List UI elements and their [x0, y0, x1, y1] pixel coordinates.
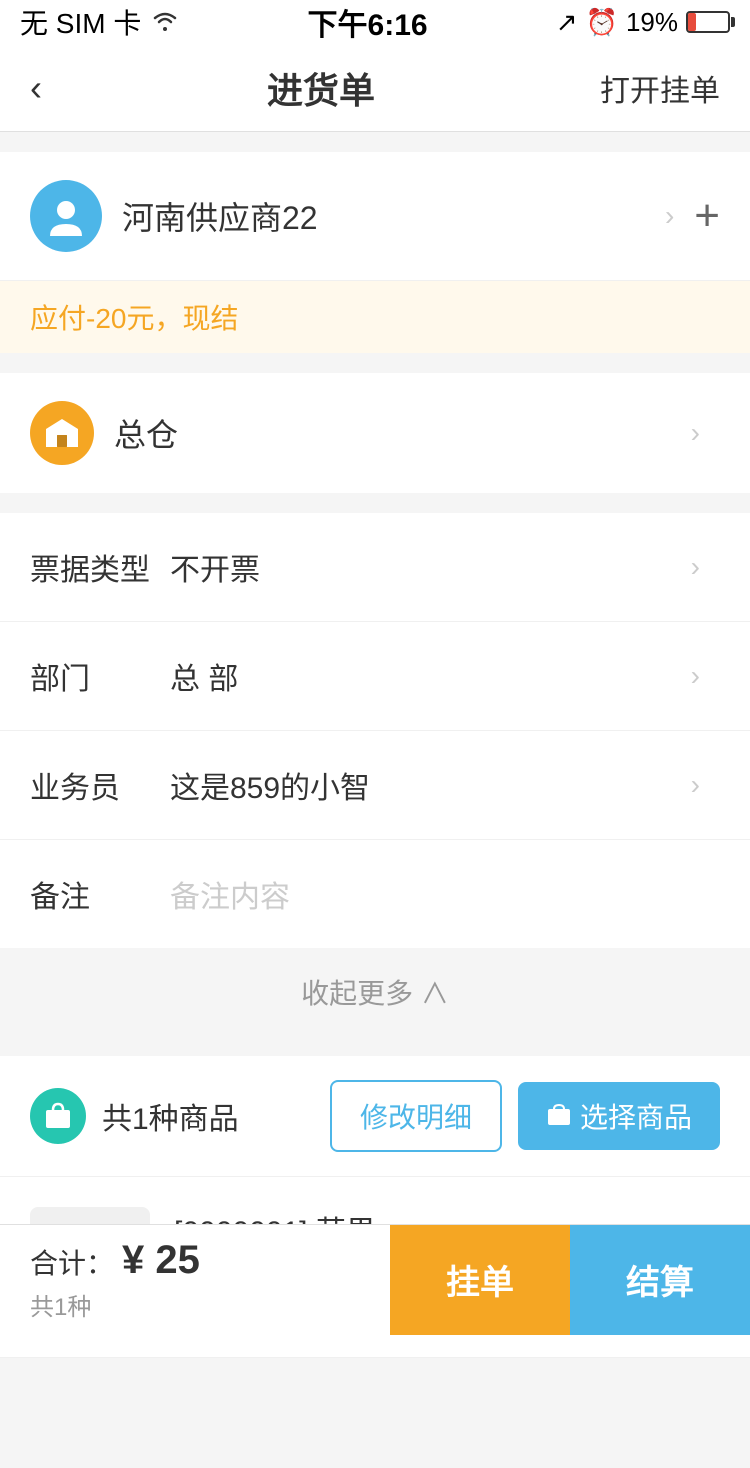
- warehouse-name: 总仓: [114, 410, 691, 456]
- select-product-label: 选择商品: [580, 1096, 692, 1136]
- select-product-button[interactable]: 选择商品: [518, 1082, 720, 1150]
- wifi-icon: [151, 6, 179, 38]
- chevron-right-icon: ›: [691, 551, 700, 583]
- note-placeholder: 备注内容: [170, 872, 720, 916]
- department-row[interactable]: 部门 总 部 ›: [0, 622, 750, 731]
- department-label: 部门: [30, 654, 170, 698]
- status-left: 无 SIM 卡: [20, 2, 179, 42]
- chevron-right-icon: ›: [691, 660, 700, 692]
- chevron-right-icon: ›: [691, 417, 700, 449]
- chevron-right-icon: ›: [665, 200, 674, 232]
- location-icon: ↗: [556, 7, 578, 38]
- battery-icon: [686, 11, 730, 33]
- chevron-right-icon: ›: [691, 769, 700, 801]
- carrier-label: 无 SIM 卡: [20, 2, 141, 42]
- supplier-row[interactable]: 河南供应商22 › +: [0, 152, 750, 281]
- page-title: 进货单: [267, 62, 375, 114]
- supplier-name: 河南供应商22: [122, 193, 665, 239]
- invoice-value: 不开票: [170, 545, 691, 589]
- total-label: 合计： ¥ 25: [30, 1238, 360, 1283]
- invoice-label: 票据类型: [30, 545, 170, 589]
- salesperson-value: 这是859的小智: [170, 763, 691, 807]
- products-count-label: 共1种商品: [102, 1094, 330, 1138]
- status-time: 下午6:16: [308, 0, 428, 44]
- back-button[interactable]: ‹: [30, 67, 42, 109]
- salesperson-row[interactable]: 业务员 这是859的小智 ›: [0, 731, 750, 840]
- note-row[interactable]: 备注 备注内容: [0, 840, 750, 948]
- nav-bar: ‹ 进货单 打开挂单: [0, 44, 750, 132]
- supplier-avatar: [30, 180, 102, 252]
- total-amount: ¥ 25: [122, 1238, 200, 1283]
- alarm-icon: ⏰: [586, 7, 618, 38]
- status-bar: 无 SIM 卡 下午6:16 ↗ ⏰ 19%: [0, 0, 750, 44]
- salesperson-label: 业务员: [30, 763, 170, 807]
- form-section: 票据类型 不开票 › 部门 总 部 › 业务员 这是859的小智 › 备注 备注…: [0, 513, 750, 948]
- status-right: ↗ ⏰ 19%: [556, 7, 730, 38]
- edit-detail-button[interactable]: 修改明细: [330, 1080, 502, 1152]
- products-icon: [30, 1088, 86, 1144]
- open-pending-button[interactable]: 打开挂单: [600, 66, 720, 110]
- suspend-button[interactable]: 挂单: [390, 1225, 570, 1335]
- bottom-bar: 合计： ¥ 25 共1种 挂单 结算: [0, 1224, 750, 1334]
- checkout-button[interactable]: 结算: [570, 1225, 750, 1335]
- add-supplier-button[interactable]: +: [694, 194, 720, 238]
- warehouse-row[interactable]: 总仓 ›: [0, 373, 750, 493]
- warehouse-section: 总仓 ›: [0, 373, 750, 493]
- invoice-type-row[interactable]: 票据类型 不开票 ›: [0, 513, 750, 622]
- total-count: 共1种: [30, 1287, 360, 1322]
- department-value: 总 部: [170, 654, 691, 698]
- supplier-section: 河南供应商22 › + 应付-20元，现结: [0, 152, 750, 353]
- total-text: 合计：: [30, 1242, 114, 1282]
- battery-percentage: 19%: [626, 7, 678, 38]
- supplier-notice: 应付-20元，现结: [0, 281, 750, 353]
- note-label: 备注: [30, 872, 170, 916]
- warehouse-icon: [30, 401, 94, 465]
- bottom-total: 合计： ¥ 25 共1种: [0, 1238, 390, 1322]
- collapse-bar[interactable]: 收起更多 ∧: [0, 948, 750, 1036]
- products-header: 共1种商品 修改明细 选择商品: [0, 1056, 750, 1177]
